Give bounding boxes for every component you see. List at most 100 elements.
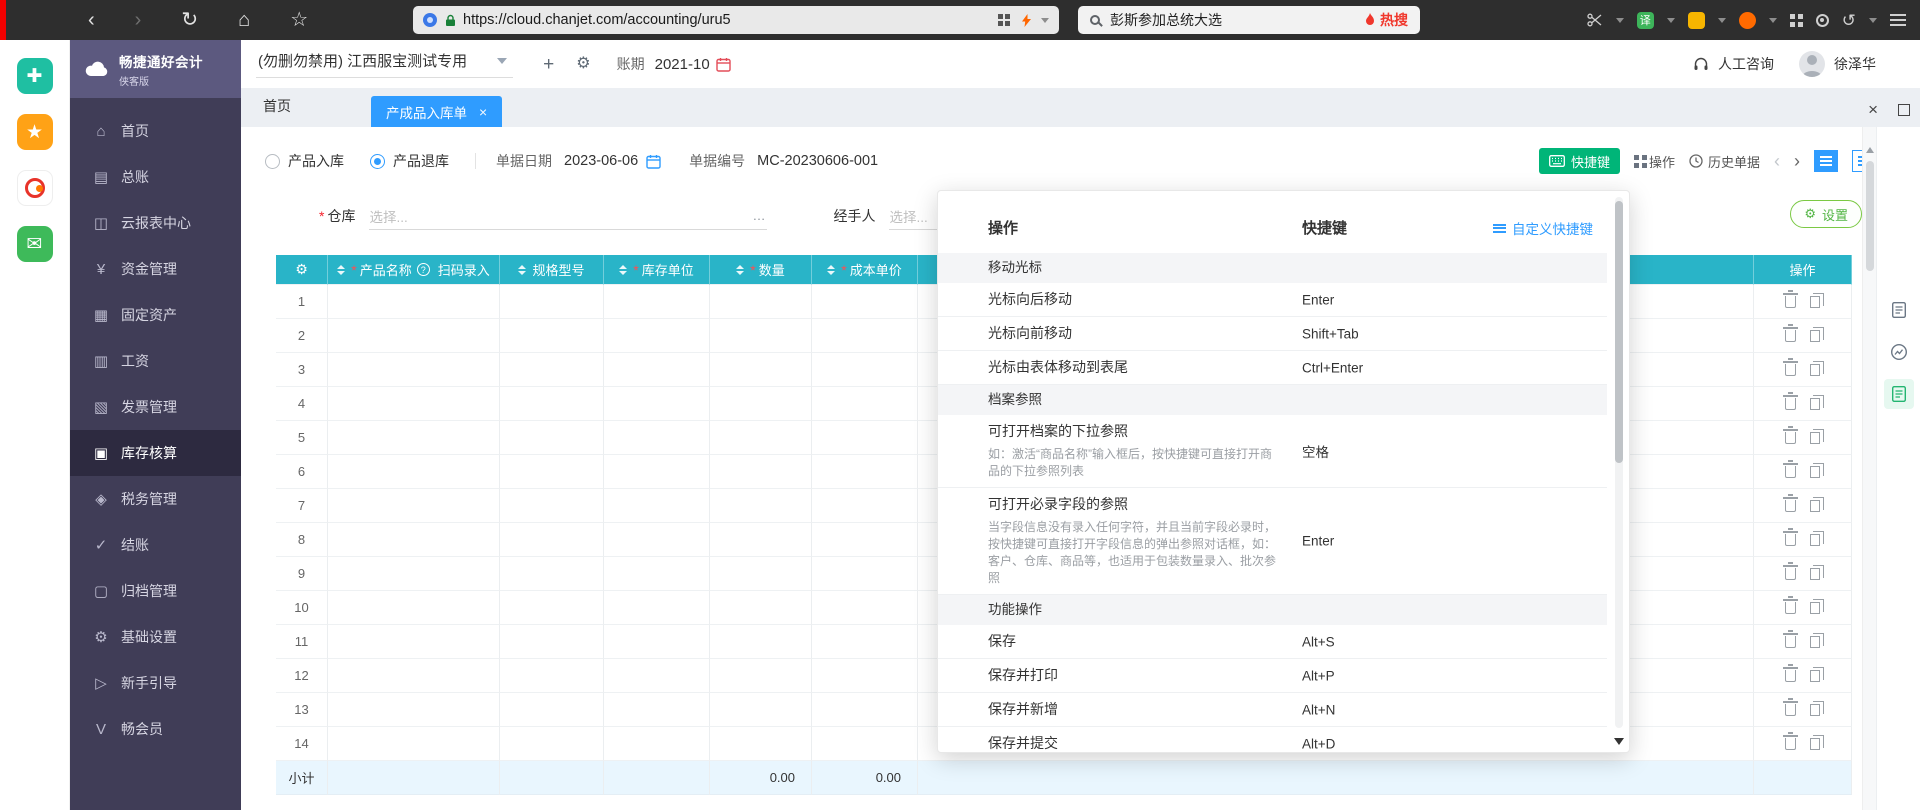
delete-row-icon[interactable]: [1783, 595, 1798, 614]
shortcut-button[interactable]: 快捷键: [1538, 148, 1620, 174]
grid-cell[interactable]: [604, 353, 710, 387]
delete-row-icon[interactable]: [1783, 561, 1798, 580]
scan-entry-link[interactable]: 扫码录入: [438, 260, 490, 279]
grid-column-header[interactable]: 规格型号: [500, 255, 604, 285]
document-panel-icon[interactable]: [1883, 379, 1914, 409]
delete-row-icon[interactable]: [1783, 527, 1798, 546]
grid-cell[interactable]: [710, 421, 812, 455]
sidebar-item-guide[interactable]: ▷ 新手引导: [70, 660, 241, 706]
delete-row-icon[interactable]: [1783, 493, 1798, 512]
doc-date-value[interactable]: 2023-06-06: [564, 153, 638, 169]
grid-cell[interactable]: [812, 523, 918, 557]
extension-orange-icon[interactable]: [1738, 11, 1756, 29]
app-mail-icon[interactable]: ✉: [16, 226, 53, 262]
address-bar[interactable]: https://cloud.chanjet.com/accounting/uru…: [413, 6, 1059, 34]
list-view-toggle[interactable]: [1814, 150, 1838, 172]
sidebar-item-archive[interactable]: ▢ 归档管理: [70, 568, 241, 614]
forward-icon[interactable]: ›: [135, 10, 142, 30]
delete-row-icon[interactable]: [1783, 731, 1798, 750]
grid-cell[interactable]: [710, 557, 812, 591]
grid-column-header[interactable]: * 成本单价: [812, 255, 918, 285]
copy-row-icon[interactable]: [1810, 734, 1824, 750]
sidebar-item-inventory[interactable]: ▣ 库存核算: [70, 430, 241, 476]
delete-row-icon[interactable]: [1783, 391, 1798, 410]
help-icon[interactable]: ?: [416, 263, 430, 276]
grid-cell[interactable]: [604, 591, 710, 625]
copy-row-icon[interactable]: [1810, 598, 1824, 614]
copy-row-icon[interactable]: [1810, 360, 1824, 376]
theme-icon[interactable]: [1815, 13, 1829, 27]
sort-icon[interactable]: [337, 264, 346, 275]
sidebar-item-ledger[interactable]: ▤ 总账: [70, 154, 241, 200]
grid-cell[interactable]: [812, 285, 918, 319]
sidebar-item-home[interactable]: ⌂ 首页: [70, 108, 241, 154]
app-camera-icon[interactable]: [16, 170, 53, 206]
copy-row-icon[interactable]: [1810, 462, 1824, 478]
grid-cell[interactable]: [812, 421, 918, 455]
copy-row-icon[interactable]: [1810, 394, 1824, 410]
calendar-icon[interactable]: [715, 57, 731, 72]
home-icon[interactable]: ⌂: [238, 10, 250, 30]
grid-cell[interactable]: [710, 489, 812, 523]
delete-row-icon[interactable]: [1783, 323, 1798, 342]
delete-row-icon[interactable]: [1783, 459, 1798, 478]
username[interactable]: 徐泽华: [1834, 54, 1876, 74]
grid-cell[interactable]: [500, 659, 604, 693]
delete-row-icon[interactable]: [1783, 663, 1798, 682]
radio-product-return-label[interactable]: 产品退库: [393, 151, 449, 171]
grid-cell[interactable]: [500, 557, 604, 591]
history-button[interactable]: 历史单据: [1689, 152, 1760, 171]
grid-cell[interactable]: [500, 489, 604, 523]
gear-icon[interactable]: ⚙: [576, 56, 590, 72]
grid-cell[interactable]: [812, 591, 918, 625]
grid-cell[interactable]: [328, 659, 500, 693]
grid-cell[interactable]: [812, 489, 918, 523]
grid-cell[interactable]: [812, 319, 918, 353]
grid-cell[interactable]: [604, 455, 710, 489]
grid-cell[interactable]: [710, 319, 812, 353]
radio-product-in-label[interactable]: 产品入库: [288, 151, 344, 171]
grid-cell[interactable]: [604, 319, 710, 353]
refresh-icon[interactable]: ↻: [181, 10, 198, 30]
prev-doc-icon[interactable]: ‹: [1774, 152, 1780, 170]
grid-cell[interactable]: [812, 659, 918, 693]
chart-panel-icon[interactable]: [1884, 337, 1914, 367]
calendar-icon[interactable]: [646, 154, 661, 169]
grid-cell[interactable]: [500, 625, 604, 659]
tab-home[interactable]: 首页: [255, 96, 309, 127]
extension-icon[interactable]: [423, 13, 437, 27]
more-icon[interactable]: …: [752, 208, 767, 223]
copy-row-icon[interactable]: [1810, 700, 1824, 716]
browser-search[interactable]: 彭斯参加总统大选 热搜: [1078, 6, 1420, 34]
chevron-down-icon[interactable]: [1666, 17, 1675, 23]
sort-icon[interactable]: [518, 264, 527, 275]
sidebar-item-closing[interactable]: ✓ 结账: [70, 522, 241, 568]
grid-cell[interactable]: [500, 387, 604, 421]
sidebar-item-member[interactable]: V 畅会员: [70, 706, 241, 752]
avatar[interactable]: [1799, 51, 1825, 77]
grid-cell[interactable]: [500, 319, 604, 353]
grid-cell[interactable]: [328, 693, 500, 727]
grid-cell[interactable]: [604, 421, 710, 455]
close-icon[interactable]: ×: [1868, 101, 1878, 118]
grid-cell[interactable]: [500, 693, 604, 727]
grid-cell[interactable]: [710, 285, 812, 319]
hot-search-label[interactable]: 热搜: [1380, 10, 1408, 30]
gear-icon[interactable]: ⚙: [295, 261, 308, 278]
sidebar-item-funds[interactable]: ¥ 资金管理: [70, 246, 241, 292]
copy-row-icon[interactable]: [1810, 530, 1824, 546]
grid-cell[interactable]: [328, 285, 500, 319]
operations-button[interactable]: 操作: [1633, 152, 1675, 171]
grid-cell[interactable]: [710, 353, 812, 387]
chevron-down-icon[interactable]: [1041, 17, 1049, 23]
content-scrollbar[interactable]: [1862, 127, 1876, 810]
grid-cell[interactable]: [812, 693, 918, 727]
translate-icon[interactable]: 译: [1636, 11, 1654, 29]
add-icon[interactable]: +: [543, 55, 554, 74]
grid-cell[interactable]: [604, 285, 710, 319]
copy-row-icon[interactable]: [1810, 564, 1824, 580]
copy-row-icon[interactable]: [1810, 496, 1824, 512]
grid-cell[interactable]: [328, 319, 500, 353]
customize-shortcuts-link[interactable]: 自定义快捷键: [1493, 218, 1593, 238]
grid-cell[interactable]: [328, 489, 500, 523]
